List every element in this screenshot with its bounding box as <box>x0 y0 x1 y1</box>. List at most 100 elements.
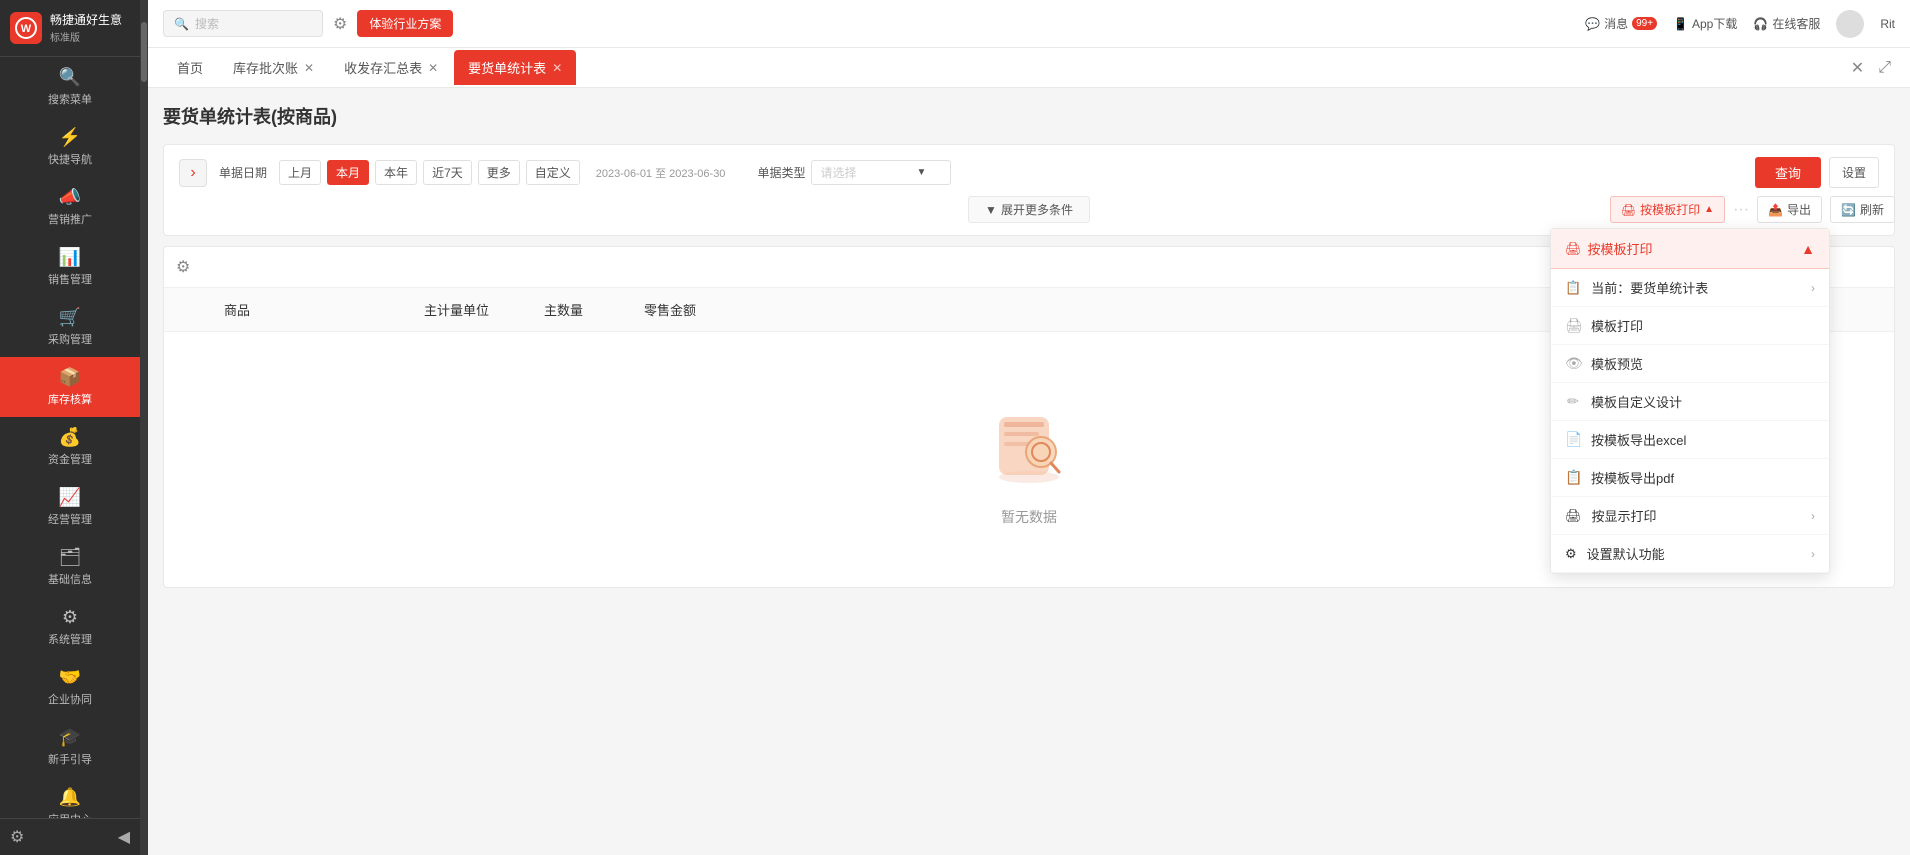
export-icon: 📤 <box>1768 203 1783 217</box>
sidebar-item-collab[interactable]: 🤝 企业协同 <box>0 657 140 717</box>
template-design-icon: ✏ <box>1565 393 1581 410</box>
refresh-btn[interactable]: 🔄 刷新 <box>1830 196 1895 223</box>
display-print-item[interactable]: 🖨 按显示打印 › <box>1551 497 1829 535</box>
filter-expand-icon[interactable]: › <box>179 159 207 187</box>
template-print-item[interactable]: 🖨 模板打印 <box>1551 307 1829 345</box>
tab-inventory-batch[interactable]: 库存批次账 ✕ <box>219 50 328 85</box>
sidebar-item-label-operations: 经营管理 <box>48 511 92 527</box>
date-filter-label: 单据日期 <box>219 164 267 181</box>
sidebar-item-label-newguide: 新手引导 <box>48 751 92 767</box>
printer-icon: 🖨 <box>1621 203 1636 217</box>
sidebar-item-marketing[interactable]: 📣 营销推广 <box>0 177 140 237</box>
logo-text-area: 畅捷通好生意 标准版 <box>50 12 122 44</box>
export-btn[interactable]: 📤 导出 <box>1757 196 1822 223</box>
date-custom[interactable]: 自定义 <box>526 160 580 185</box>
template-pdf-item[interactable]: 📋 按模板导出pdf <box>1551 459 1829 497</box>
avatar[interactable] <box>1836 10 1864 38</box>
more-options-icon[interactable]: ··· <box>1733 201 1749 219</box>
date-this-year[interactable]: 本年 <box>375 160 417 185</box>
sidebar-item-newguide[interactable]: 🎓 新手引导 <box>0 717 140 777</box>
display-print-arrow-icon: › <box>1811 509 1815 523</box>
sidebar-item-operations[interactable]: 📈 经营管理 <box>0 477 140 537</box>
app-download-label: App下载 <box>1692 15 1737 32</box>
date-more[interactable]: 更多 <box>478 160 520 185</box>
sidebar-item-purchase[interactable]: 🛒 采购管理 <box>0 297 140 357</box>
date-group: 上月 本月 本年 近7天 更多 自定义 <box>279 160 580 185</box>
refresh-icon: 🔄 <box>1841 203 1856 217</box>
sidebar-nav: 🔍 搜索菜单 ⚡ 快捷导航 📣 营销推广 📊 销售管理 🛒 采购管理 📦 库存核… <box>0 57 140 818</box>
tabs-expand-btn[interactable]: ⤢ <box>1874 57 1895 79</box>
search-placeholder: 搜索 <box>195 15 219 32</box>
display-print-label: 按显示打印 <box>1592 506 1657 525</box>
current-template-left: 📋 当前：要货单统计表 <box>1565 278 1708 297</box>
template-excel-item[interactable]: 📄 按模板导出excel <box>1551 421 1829 459</box>
current-template-item[interactable]: 📋 当前：要货单统计表 › <box>1551 269 1829 307</box>
tab-inventory-batch-close[interactable]: ✕ <box>304 61 314 75</box>
collapse-icon[interactable]: ◀ <box>118 827 130 847</box>
sidebar-item-label-purchase: 采购管理 <box>48 331 92 347</box>
sidebar-item-inventory[interactable]: 📦 库存核算 <box>0 357 140 417</box>
message-btn[interactable]: 💬 消息 99+ <box>1585 15 1657 32</box>
trial-btn[interactable]: 体验行业方案 <box>357 10 453 37</box>
logo-name: 畅捷通好生意 <box>50 12 122 29</box>
col-product: 商品 <box>216 296 416 323</box>
default-settings-item[interactable]: ⚙ 设置默认功能 › <box>1551 535 1829 573</box>
table-settings-icon[interactable]: ⚙ <box>176 257 190 277</box>
tab-receipt-summary-close[interactable]: ✕ <box>428 61 438 75</box>
query-btn[interactable]: 查询 <box>1755 157 1821 188</box>
topbar-search-box[interactable]: 🔍 搜索 <box>163 10 323 37</box>
tab-order-summary[interactable]: 要货单统计表 ✕ <box>454 50 576 85</box>
collab-icon: 🤝 <box>59 667 81 688</box>
col-amount: 零售金额 <box>636 296 756 323</box>
online-service-btn[interactable]: 🎧 在线客服 <box>1753 15 1820 32</box>
expand-icon: ▼ <box>985 203 997 217</box>
sidebar-item-label-basic: 基础信息 <box>48 571 92 587</box>
settings-btn[interactable]: 设置 <box>1829 157 1879 188</box>
sidebar-item-basic[interactable]: 🗂 基础信息 <box>0 537 140 597</box>
sidebar-logo: W 畅捷通好生意 标准版 <box>0 0 140 57</box>
app-download-btn[interactable]: 📱 App下载 <box>1673 15 1737 32</box>
expand-more-btn[interactable]: ▼ 展开更多条件 <box>968 196 1090 223</box>
type-select-value: 请选择 <box>820 164 856 181</box>
sidebar-item-finance[interactable]: 💰 资金管理 <box>0 417 140 477</box>
print-btn[interactable]: 🖨 按模板打印 ▲ <box>1610 196 1725 223</box>
empty-text: 暂无数据 <box>1001 507 1057 527</box>
print-dropdown-collapse-icon[interactable]: ▲ <box>1801 241 1815 257</box>
template-preview-item[interactable]: 👁 模板预览 <box>1551 345 1829 383</box>
sidebar-item-label-search: 搜索菜单 <box>48 91 92 107</box>
chevron-down-icon: ▼ <box>917 167 927 178</box>
template-pdf-label: 按模板导出pdf <box>1591 468 1674 487</box>
sidebar-item-quicknav[interactable]: ⚡ 快捷导航 <box>0 117 140 177</box>
tabs-close-btn[interactable]: ✕ <box>1847 56 1868 80</box>
sidebar-scrollbar[interactable] <box>140 0 148 855</box>
topbar-gear-icon[interactable]: ⚙ <box>333 14 347 34</box>
sidebar-item-label-sales: 销售管理 <box>48 271 92 287</box>
settings-icon[interactable]: ⚙ <box>10 827 24 847</box>
tab-home[interactable]: 首页 <box>163 50 217 85</box>
export-label: 导出 <box>1787 201 1811 218</box>
date-7days[interactable]: 近7天 <box>423 160 472 185</box>
default-settings-icon: ⚙ <box>1565 546 1577 562</box>
print-dropdown: 🖨 按模板打印 ▲ 📋 当前：要货单统计表 › 🖨 模板打印 👁 <box>1550 228 1830 574</box>
user-name: Rit <box>1880 17 1895 31</box>
tab-order-summary-close[interactable]: ✕ <box>552 61 562 75</box>
type-select[interactable]: 请选择 ▼ <box>811 160 951 185</box>
message-label: 消息 <box>1604 15 1628 32</box>
empty-illustration <box>979 392 1079 492</box>
tab-receipt-summary[interactable]: 收发存汇总表 ✕ <box>330 50 452 85</box>
date-this-month[interactable]: 本月 <box>327 160 369 185</box>
basic-icon: 🗂 <box>59 547 82 568</box>
svg-text:W: W <box>21 23 32 35</box>
main-area: 🔍 搜索 ⚙ 体验行业方案 💬 消息 99+ 📱 App下载 🎧 在线客服 Ri… <box>148 0 1910 855</box>
sidebar-item-search[interactable]: 🔍 搜索菜单 <box>0 57 140 117</box>
topbar-left: 🔍 搜索 ⚙ 体验行业方案 <box>163 10 453 37</box>
date-last-month[interactable]: 上月 <box>279 160 321 185</box>
current-template-label: 当前：要货单统计表 <box>1591 278 1708 297</box>
search-icon-small: 🔍 <box>174 17 189 31</box>
sidebar-item-system[interactable]: ⚙ 系统管理 <box>0 597 140 657</box>
topbar: 🔍 搜索 ⚙ 体验行业方案 💬 消息 99+ 📱 App下载 🎧 在线客服 Ri… <box>148 0 1910 48</box>
template-preview-label: 模板预览 <box>1591 354 1643 373</box>
sidebar-item-sales[interactable]: 📊 销售管理 <box>0 237 140 297</box>
template-design-item[interactable]: ✏ 模板自定义设计 <box>1551 383 1829 421</box>
sidebar-item-appstore[interactable]: 🔔 应用中心 <box>0 777 140 818</box>
